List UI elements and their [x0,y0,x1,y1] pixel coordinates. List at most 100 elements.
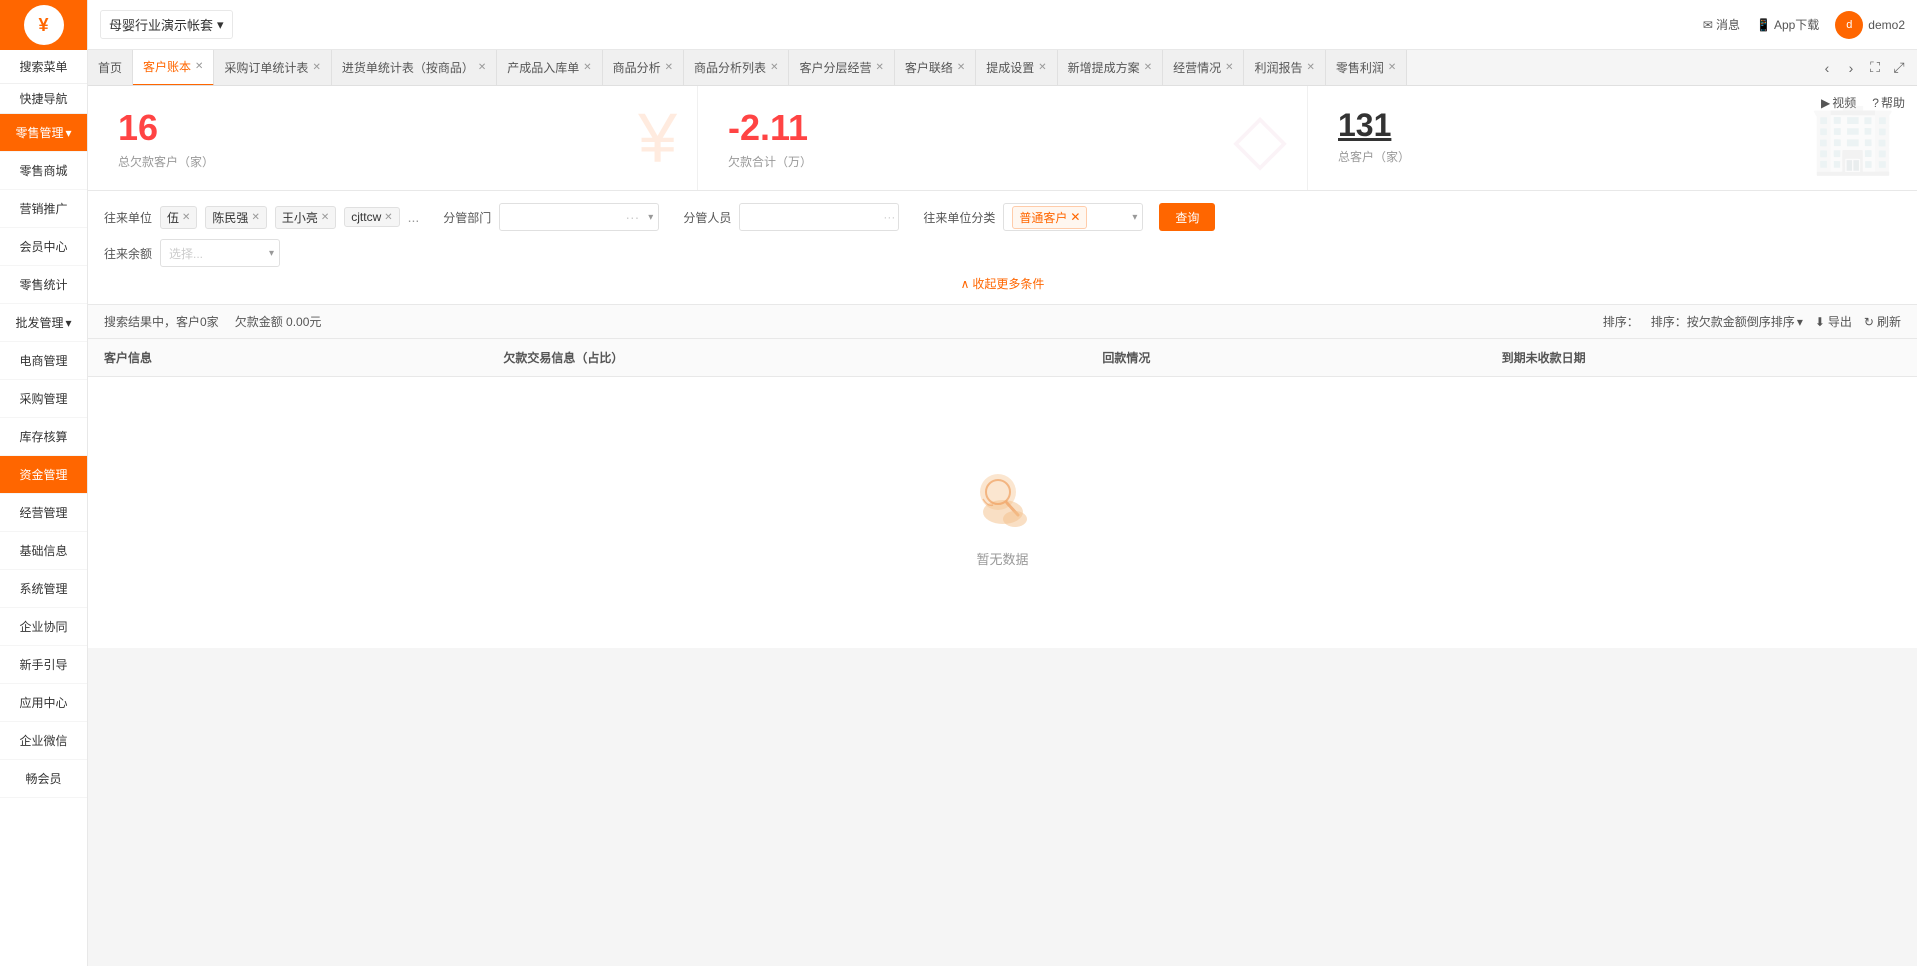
close-icon[interactable]: ✕ [312,62,320,73]
logo-icon: ¥ [24,5,64,45]
app-download-button[interactable]: 📱 App下载 [1756,16,1819,33]
category-tag[interactable]: 普通客户 ✕ [1012,206,1087,229]
category-select-wrapper: 普通客户 ✕ ▾ [1003,203,1143,231]
stat-card-customers: ¥ 16 总欠款客户（家） [88,86,698,190]
filter-tag-wang[interactable]: 王小亮 ✕ [275,206,336,229]
query-button[interactable]: 查询 [1159,203,1215,231]
tab-goods-stats[interactable]: 进货单统计表（按商品） ✕ [332,50,497,86]
tab-label: 采购订单统计表 [224,59,308,76]
close-icon[interactable]: ✕ [770,62,778,73]
filter-tag-chen[interactable]: 陈民强 ✕ [205,206,266,229]
sidebar-item-search[interactable]: 搜索菜单 [0,50,87,84]
messages-button[interactable]: ✉ 消息 [1703,16,1740,33]
sidebar-item-marketing[interactable]: 营销推广 [0,190,87,228]
filter-tag-wu[interactable]: 伍 ✕ [160,206,197,229]
balance-select-wrapper: 选择... ▾ [160,239,280,267]
sidebar-item-enterprise[interactable]: 企业协同 [0,608,87,646]
refresh-button[interactable]: ↻ 刷新 [1864,313,1901,330]
sidebar-item-app-center[interactable]: 应用中心 [0,684,87,722]
tab-product-stock[interactable]: 产成品入库单 ✕ [497,50,602,86]
tab-product-analysis[interactable]: 商品分析 ✕ [603,50,684,86]
sidebar-item-wholesale[interactable]: 批发管理 ▾ [0,304,87,342]
tab-label: 新增提成方案 [1068,59,1140,76]
tab-commission-settings[interactable]: 提成设置 ✕ [976,50,1057,86]
filter-tag-cj[interactable]: cjttcw ✕ [344,207,399,227]
close-icon[interactable]: ✕ [1225,62,1233,73]
empty-illustration [953,457,1053,537]
tab-label: 客户分层经营 [799,59,871,76]
chevron-down-icon: ▾ [217,17,224,33]
close-icon[interactable]: ✕ [665,62,673,73]
close-icon[interactable]: ✕ [195,61,203,72]
tab-customer-segments[interactable]: 客户分层经营 ✕ [789,50,894,86]
filter-label-unit: 往来单位 [104,209,152,226]
tab-purchase-stats[interactable]: 采购订单统计表 ✕ [214,50,331,86]
tab-next-button[interactable]: › [1841,58,1861,78]
chevron-down-icon: ▾ [65,126,71,140]
more-icon[interactable]: ··· [883,210,895,224]
close-icon[interactable]: ✕ [1307,62,1315,73]
tab-profit-report[interactable]: 利润报告 ✕ [1244,50,1325,86]
tab-product-analysis-list[interactable]: 商品分析列表 ✕ [684,50,789,86]
sidebar-item-guide[interactable]: 新手引导 [0,646,87,684]
close-icon[interactable]: ✕ [957,62,965,73]
tab-home[interactable]: 首页 [88,50,133,86]
clear-icon[interactable]: ··· [625,209,639,225]
close-icon[interactable]: ✕ [583,62,591,73]
sidebar-item-retail[interactable]: 零售管理 ▾ [0,114,87,152]
close-icon[interactable]: ✕ [478,62,486,73]
sidebar-item-operations[interactable]: 经营管理 [0,494,87,532]
table-header: 客户信息 欠款交易信息（占比） 回款情况 到期未收款日期 [88,339,1917,377]
tab-operations[interactable]: 经营情况 ✕ [1163,50,1244,86]
tab-label: 进货单统计表（按商品） [342,59,474,76]
close-icon[interactable]: ✕ [1038,62,1046,73]
sidebar-item-wechat[interactable]: 企业微信 [0,722,87,760]
account-dropdown[interactable]: 母婴行业演示帐套 ▾ [100,10,233,39]
stat-number-customers: 16 [118,106,158,149]
tab-new-commission[interactable]: 新增提成方案 ✕ [1058,50,1163,86]
tab-retail-profit[interactable]: 零售利润 ✕ [1326,50,1407,86]
tab-customer-contact[interactable]: 客户联络 ✕ [895,50,976,86]
remove-tag-chen[interactable]: ✕ [251,212,259,223]
tab-fullscreen-button[interactable]: ⤢ [1889,58,1909,78]
export-button[interactable]: ⬇ 导出 [1815,313,1852,330]
stat-icon: ¥ [638,98,677,178]
tab-prev-button[interactable]: ‹ [1817,58,1837,78]
dept-select-wrapper: ▾ ··· [499,203,659,231]
remove-tag-wang[interactable]: ✕ [321,212,329,223]
results-summary: 搜索结果中，客户0家 欠款金额 0.00元 [104,313,321,330]
sort-button[interactable]: 排序：按欠款金额倒序排序 ▾ [1651,313,1803,330]
sidebar-item-purchase[interactable]: 采购管理 [0,380,87,418]
close-icon[interactable]: ✕ [1144,62,1152,73]
sidebar-item-finance[interactable]: 资金管理 [0,456,87,494]
sidebar-item-system[interactable]: 系统管理 [0,570,87,608]
sidebar-item-retail-mall[interactable]: 零售商城 [0,152,87,190]
close-icon[interactable]: ✕ [1388,62,1396,73]
tab-expand-button[interactable]: ⛶ [1865,58,1885,78]
sidebar-item-member-center[interactable]: 会员中心 [0,228,87,266]
person-select[interactable] [739,203,899,231]
sidebar-item-basic-info[interactable]: 基础信息 [0,532,87,570]
close-icon[interactable]: ✕ [875,62,883,73]
user-menu[interactable]: d demo2 [1835,11,1905,39]
stat-number-debt: -2.11 [728,106,808,149]
sidebar-item-nav[interactable]: 快捷导航 [0,84,87,114]
remove-tag-wu[interactable]: ✕ [182,212,190,223]
remove-category[interactable]: ✕ [1070,210,1080,224]
sidebar-item-inventory[interactable]: 库存核算 [0,418,87,456]
sidebar-item-retail-stats[interactable]: 零售统计 [0,266,87,304]
tabbar: 首页 客户账本 ✕ 采购订单统计表 ✕ 进货单统计表（按商品） ✕ 产成品入库单… [88,50,1917,86]
sidebar: ¥ 搜索菜单 快捷导航 零售管理 ▾ 零售商城 营销推广 会员中心 零售统计 批… [0,0,88,966]
collapse-button[interactable]: ∧ 收起更多条件 [961,275,1045,292]
remove-tag-cj[interactable]: ✕ [384,212,392,223]
tab-label: 产成品入库单 [507,59,579,76]
sidebar-item-label: 批发管理 [15,314,63,331]
balance-select[interactable]: 选择... [160,239,280,267]
category-select[interactable]: 普通客户 ✕ [1003,203,1143,231]
tab-customer-ledger[interactable]: 客户账本 ✕ [133,50,214,86]
sidebar-item-ecommerce[interactable]: 电商管理 [0,342,87,380]
filter-label-dept: 分管部门 [443,209,491,226]
tab-label: 经营情况 [1173,59,1221,76]
sidebar-item-vip[interactable]: 畅会员 [0,760,87,798]
filter-more-tags[interactable]: ... [408,209,420,225]
